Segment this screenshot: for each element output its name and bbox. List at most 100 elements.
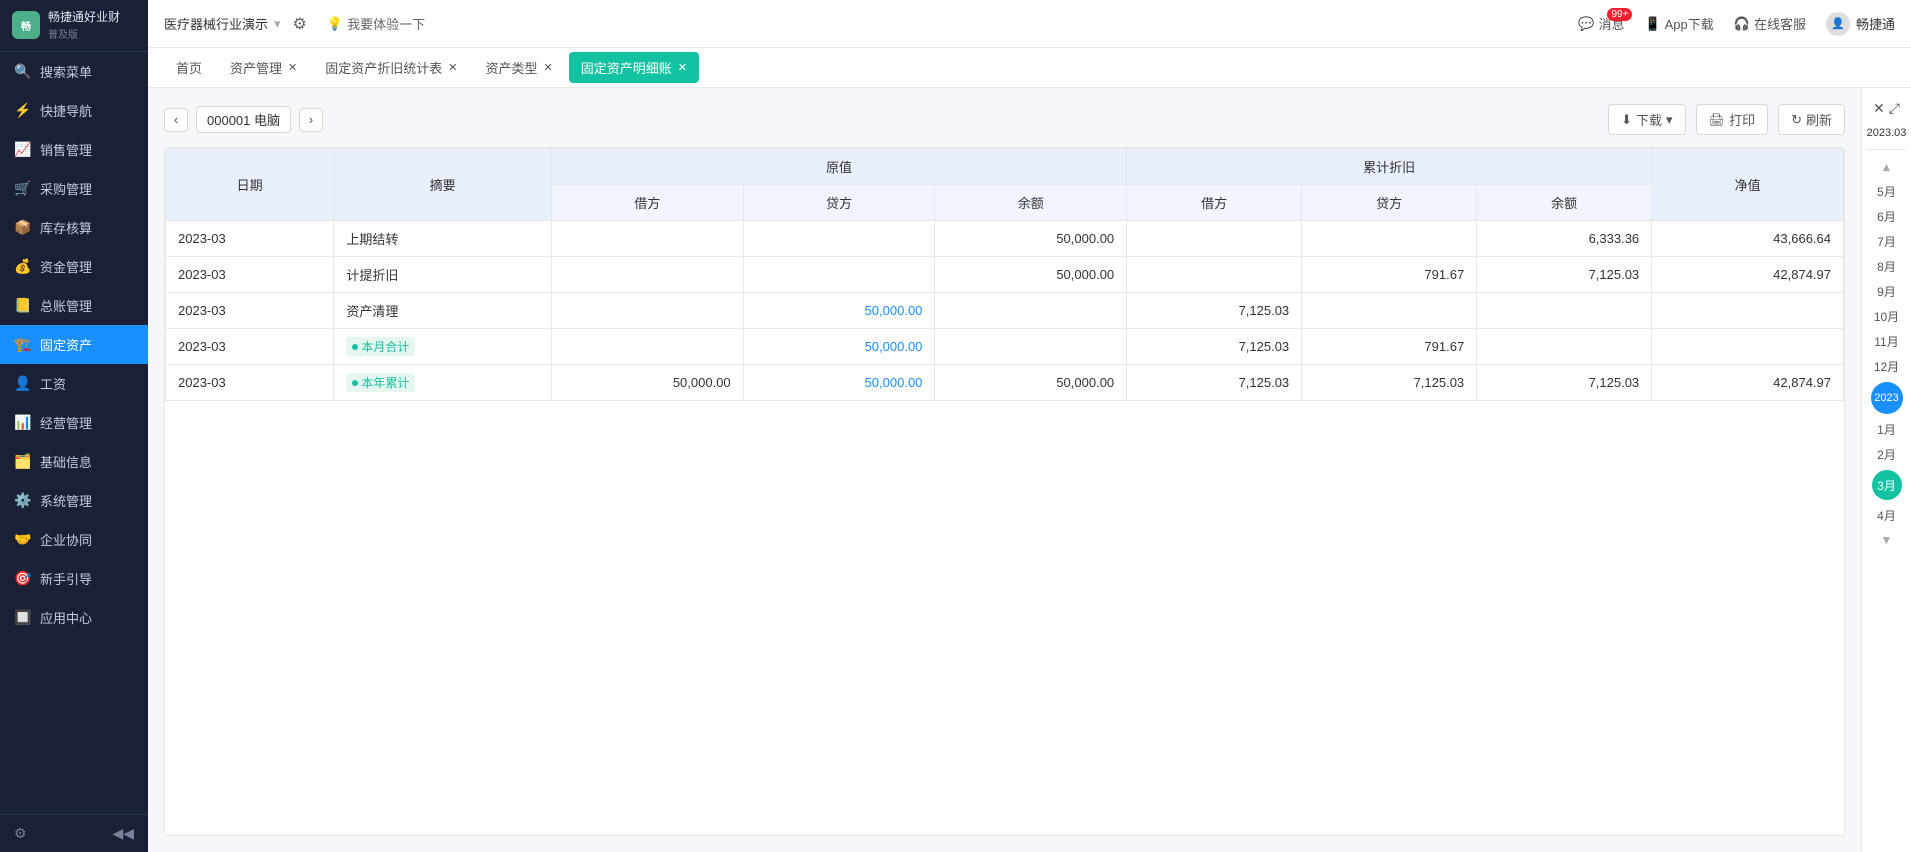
company-name: 医疗器械行业演示 [164,14,268,33]
month-1[interactable]: 1月 [1865,418,1909,441]
cell-ad-balance-2 [1477,293,1652,329]
sidebar-item-inventory[interactable]: 📦 库存核算 [0,208,148,247]
tag-3: 本月合计 [346,337,415,356]
panel-divider [1867,149,1906,150]
col-ad-credit: 贷方 [1302,185,1477,221]
col-net-value: 净值 [1652,149,1844,221]
app-download-button[interactable]: 📱 App下载 [1644,14,1713,33]
cell-ov-credit-2: 50,000.00 [743,293,935,329]
prev-asset-button[interactable]: ‹ [164,108,188,132]
month-12[interactable]: 12月 [1865,355,1909,378]
month-11[interactable]: 11月 [1865,330,1909,353]
cell-ad-balance-1: 7,125.03 [1477,257,1652,293]
tab-close-asset-detail[interactable]: ✕ [678,61,687,74]
col-summary: 摘要 [334,149,552,221]
sidebar-item-guide[interactable]: 🎯 新手引导 [0,559,148,598]
cell-ov-balance-0: 50,000.00 [935,221,1127,257]
tag-4: 本年累计 [346,373,415,392]
expand-panel-button[interactable]: ⤢ [1889,100,1900,117]
refresh-button[interactable]: ↻ 刷新 [1778,104,1845,135]
download-button[interactable]: ⬇ 下载 ▾ [1608,104,1685,135]
quick-nav-icon: ⚡ [14,102,32,119]
sidebar-item-app-center[interactable]: 🔲 应用中心 [0,598,148,637]
close-panel-button[interactable]: ✕ [1873,100,1885,117]
sidebar-item-operations[interactable]: 📊 经营管理 [0,403,148,442]
tab-asset-detail[interactable]: 固定资产明细账 ✕ [569,52,699,83]
cell-ad-balance-4: 7,125.03 [1477,365,1652,401]
scroll-down-button[interactable]: ▼ [1877,529,1897,551]
month-9[interactable]: 9月 [1865,280,1909,303]
cell-summary-4: 本年累计 [334,365,552,401]
search-menu-item[interactable]: 🔍 搜索菜单 [0,52,148,91]
month-8[interactable]: 8月 [1865,255,1909,278]
experience-button[interactable]: 💡 我要体验一下 [327,14,425,33]
message-badge: 99+ [1607,8,1632,21]
user-info[interactable]: 👤 畅捷通 [1826,12,1895,36]
panel-controls: ✕ ⤢ [1873,96,1900,121]
month-10[interactable]: 10月 [1865,305,1909,328]
tab-asset-type[interactable]: 资产类型 ✕ [473,52,564,83]
sidebar-item-enterprise[interactable]: 🤝 企业协同 [0,520,148,559]
tab-close-asset-mgmt[interactable]: ✕ [288,61,297,74]
print-button[interactable]: 🖨 打印 [1696,104,1769,135]
message-button[interactable]: 💬 消息 99+ [1578,14,1624,33]
download-icon: ⬇ [1621,112,1632,128]
cell-ov-debit-2 [551,293,743,329]
online-service-button[interactable]: 🎧 在线客服 [1734,14,1806,33]
month-3-active[interactable]: 3月 [1872,470,1902,500]
cell-summary-1: 计提折旧 [334,257,552,293]
settings-icon[interactable]: ⚙ [293,14,307,34]
tab-home[interactable]: 首页 [164,52,214,83]
month-5[interactable]: 5月 [1865,180,1909,203]
refresh-icon: ↻ [1791,112,1802,128]
month-4[interactable]: 4月 [1865,504,1909,527]
ledger-icon: 📒 [14,297,32,314]
company-selector[interactable]: 医疗器械行业演示 ▾ [164,14,281,33]
sidebar-item-ledger[interactable]: 📒 总账管理 [0,286,148,325]
month-2[interactable]: 2月 [1865,443,1909,466]
main-area: 医疗器械行业演示 ▾ ⚙ 💡 我要体验一下 💬 消息 99+ 📱 App下载 🎧… [148,0,1911,852]
next-asset-button[interactable]: › [299,108,323,132]
cell-ad-credit-4: 7,125.03 [1302,365,1477,401]
cell-net-value-3 [1652,329,1844,365]
system-icon: ⚙️ [14,492,32,509]
topbar: 医疗器械行业演示 ▾ ⚙ 💡 我要体验一下 💬 消息 99+ 📱 App下载 🎧… [148,0,1911,48]
sidebar-item-fixed-assets[interactable]: 🏗️ 固定资产 [0,325,148,364]
cell-ad-debit-0 [1127,221,1302,257]
tab-depreciation-stat[interactable]: 固定资产折旧统计表 ✕ [313,52,469,83]
cell-ov-debit-3 [551,329,743,365]
tabbar: 首页 资产管理 ✕ 固定资产折旧统计表 ✕ 资产类型 ✕ 固定资产明细账 ✕ [148,48,1911,88]
sidebar-item-sales[interactable]: 📈 销售管理 [0,130,148,169]
sidebar-item-purchase[interactable]: 🛒 采购管理 [0,169,148,208]
year-display: 2023.03 [1865,123,1909,143]
tab-close-asset-type[interactable]: ✕ [544,61,553,74]
app-center-icon: 🔲 [14,609,32,626]
month-6[interactable]: 6月 [1865,205,1909,228]
sidebar-item-quick-nav[interactable]: ⚡ 快捷导航 [0,91,148,130]
cell-ov-balance-2 [935,293,1127,329]
table-row: 2023-03 计提折旧 50,000.00 791.67 7,125.03 4… [166,257,1844,293]
cell-date-0: 2023-03 [166,221,334,257]
cell-ov-debit-1 [551,257,743,293]
month-7[interactable]: 7月 [1865,230,1909,253]
sidebar-item-basic-info[interactable]: 🗂️ 基础信息 [0,442,148,481]
settings-icon[interactable]: ⚙ [14,825,27,842]
tab-close-depreciation-stat[interactable]: ✕ [448,61,457,74]
dropdown-icon: ▾ [1666,112,1673,128]
cell-net-value-1: 42,874.97 [1652,257,1844,293]
message-icon: 💬 [1578,16,1594,32]
collapse-icon[interactable]: ◀◀ [112,825,134,842]
scroll-up-button[interactable]: ▲ [1877,156,1897,178]
cell-ad-debit-4: 7,125.03 [1127,365,1302,401]
table-row: 2023-03 本年累计 50,000.00 50,000.00 50,000.… [166,365,1844,401]
print-icon: 🖨 [1709,112,1726,128]
col-accumulated-depreciation: 累计折旧 [1127,149,1652,185]
sidebar-item-fund[interactable]: 💰 资金管理 [0,247,148,286]
cell-net-value-0: 43,666.64 [1652,221,1844,257]
fixed-assets-icon: 🏗️ [14,336,32,353]
sidebar-item-system[interactable]: ⚙️ 系统管理 [0,481,148,520]
sidebar-bottom: ⚙ ◀◀ [0,814,148,852]
asset-navigator: ‹ 000001 电脑 › ⬇ 下载 ▾ 🖨 打印 [164,104,1845,135]
tab-asset-mgmt[interactable]: 资产管理 ✕ [218,52,309,83]
sidebar-item-payroll[interactable]: 👤 工资 [0,364,148,403]
